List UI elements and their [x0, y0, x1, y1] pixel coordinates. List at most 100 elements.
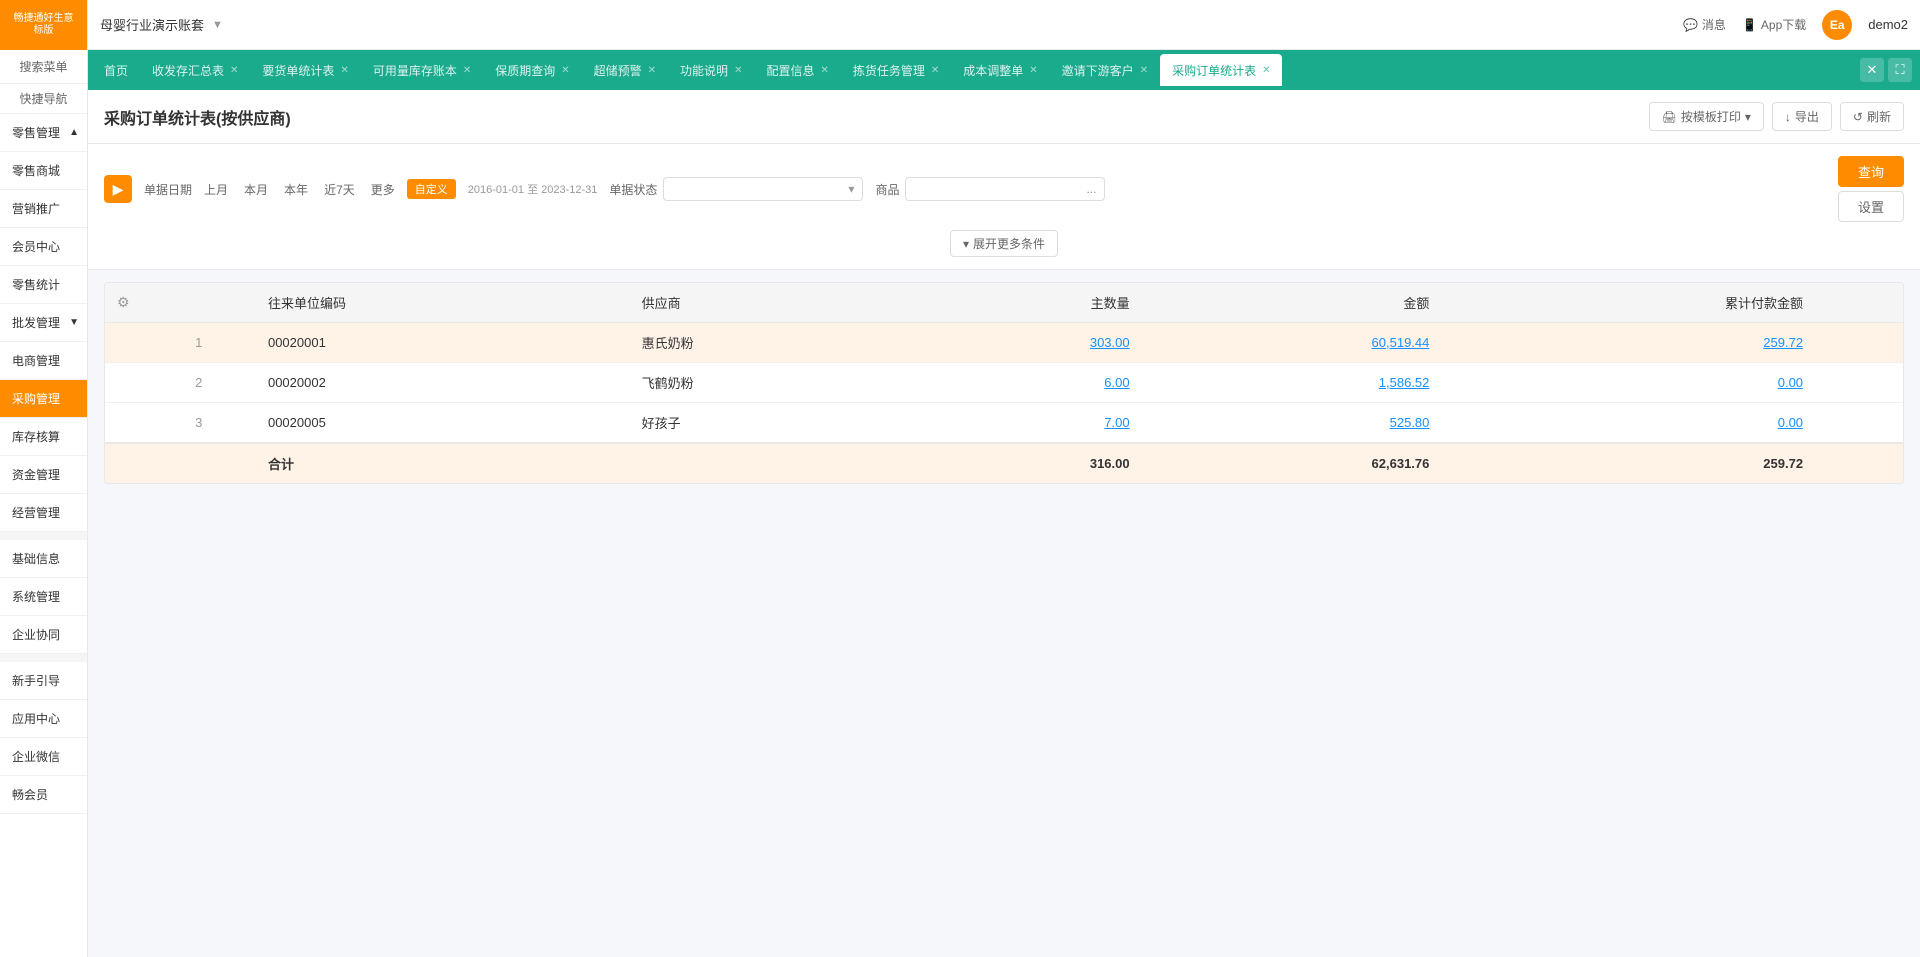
shortcut-this-month[interactable]: 本月: [238, 179, 274, 200]
tab-func-desc[interactable]: 功能说明 ✕: [668, 54, 754, 86]
date-custom-tag[interactable]: 自定义: [407, 179, 456, 199]
close-icon[interactable]: ✕: [734, 65, 742, 76]
shortcut-last-month[interactable]: 上月: [198, 179, 234, 200]
tab-config[interactable]: 配置信息 ✕: [754, 54, 840, 86]
sidebar-item-newbie[interactable]: 新手引导: [0, 662, 87, 700]
row-amount[interactable]: 60,519.44: [1142, 323, 1442, 363]
footer-qty: 316.00: [908, 443, 1142, 483]
sidebar-item-app-center[interactable]: 应用中心: [0, 700, 87, 738]
refresh-button[interactable]: ↺ 刷新: [1840, 102, 1904, 131]
sidebar-item-membership[interactable]: 畅会员: [0, 776, 87, 814]
top-header-left: 母婴行业演示账套 ▼: [100, 15, 223, 34]
tab-pick-task-label: 拣货任务管理: [853, 62, 925, 79]
col-supplier: 供应商: [630, 283, 908, 323]
close-icon[interactable]: ✕: [931, 65, 939, 76]
close-icon[interactable]: ✕: [561, 65, 569, 76]
col-seq: [142, 283, 256, 323]
settings-button[interactable]: 设置: [1838, 191, 1904, 222]
filter-row: ▶ 单据日期 上月 本月 本年 近7天 更多 自定义 2016-01-01 至 …: [104, 156, 1904, 222]
date-shortcuts: 上月 本月 本年 近7天 更多: [198, 179, 401, 200]
wechat-label: 企业微信: [12, 748, 60, 765]
shortcut-this-year[interactable]: 本年: [278, 179, 314, 200]
tab-expiry[interactable]: 保质期查询 ✕: [483, 54, 581, 86]
sidebar-item-wechat[interactable]: 企业微信: [0, 738, 87, 776]
system-label: 系统管理: [12, 588, 60, 605]
row-qty[interactable]: 303.00: [908, 323, 1142, 363]
sidebar-item-batch-mgmt[interactable]: 批发管理 ▼: [0, 304, 87, 342]
sidebar-item-retail-stats[interactable]: 零售统计: [0, 266, 87, 304]
avatar[interactable]: Ea: [1822, 10, 1852, 40]
row-amount[interactable]: 525.80: [1142, 403, 1442, 444]
close-icon[interactable]: ✕: [340, 65, 348, 76]
message-btn[interactable]: 💬 消息: [1683, 16, 1726, 33]
close-icon[interactable]: ✕: [1140, 65, 1148, 76]
status-label: 单据状态: [609, 181, 657, 198]
row-paid[interactable]: 0.00: [1441, 403, 1815, 444]
close-icon[interactable]: ✕: [230, 65, 238, 76]
row-qty[interactable]: 7.00: [908, 403, 1142, 444]
inventory-label: 库存核算: [12, 428, 60, 445]
tab-home[interactable]: 首页: [92, 54, 140, 86]
row-qty[interactable]: 6.00: [908, 363, 1142, 403]
tab-invite[interactable]: 邀请下游客户 ✕: [1050, 54, 1160, 86]
date-range-display: 2016-01-01 至 2023-12-31: [468, 181, 598, 197]
gear-icon[interactable]: ⚙: [117, 294, 130, 310]
app-download-btn[interactable]: 📱 App下载: [1742, 16, 1806, 33]
export-button[interactable]: ↓ 导出: [1772, 102, 1832, 131]
tab-close-btn[interactable]: ✕: [1860, 58, 1884, 82]
shortcut-7days[interactable]: 近7天: [318, 179, 361, 200]
goods-filter-group: 商品 ...: [875, 177, 1105, 201]
tab-avail-stock[interactable]: 可用量库存账本 ✕: [361, 54, 483, 86]
close-icon[interactable]: ✕: [1262, 65, 1270, 76]
tab-req-summary-label: 要货单统计表: [262, 62, 334, 79]
username[interactable]: demo2: [1868, 17, 1908, 32]
tab-cost-adj[interactable]: 成本调整单 ✕: [951, 54, 1049, 86]
search-label: 搜索菜单: [19, 60, 67, 74]
expand-filter-button[interactable]: ▾ 展开更多条件: [950, 230, 1058, 257]
query-button[interactable]: 查询: [1838, 156, 1904, 187]
sidebar-item-finance[interactable]: 资金管理: [0, 456, 87, 494]
status-select[interactable]: ▾: [663, 177, 863, 201]
row-settings: [105, 323, 142, 363]
sidebar-item-quick-nav[interactable]: 快捷导航: [0, 84, 87, 114]
tab-maximize-btn[interactable]: ⛶: [1888, 58, 1912, 82]
sidebar-item-members[interactable]: 会员中心: [0, 228, 87, 266]
main-area: 母婴行业演示账套 ▼ 💬 消息 📱 App下载 Ea demo2 首页 收发存汇…: [88, 0, 1920, 957]
close-icon[interactable]: ✕: [1029, 65, 1037, 76]
basics-label: 基础信息: [12, 550, 60, 567]
table-row: 2 00020002 飞鹤奶粉 6.00 1,586.52 0.00: [105, 363, 1903, 403]
tab-recv-send[interactable]: 收发存汇总表 ✕: [140, 54, 250, 86]
tab-overstock[interactable]: 超储预警 ✕: [582, 54, 668, 86]
sidebar-item-operations[interactable]: 经营管理: [0, 494, 87, 532]
sidebar-item-search[interactable]: 搜索菜单: [0, 50, 87, 84]
logo-text: 畅捷通好生意: [14, 13, 74, 25]
close-icon[interactable]: ✕: [648, 65, 656, 76]
page-content: 采购订单统计表(按供应商) 🖨 按模板打印 ▾ ↓ 导出 ↺ 刷新: [88, 90, 1920, 957]
sidebar-item-basics[interactable]: 基础信息: [0, 540, 87, 578]
goods-label: 商品: [875, 181, 899, 198]
tab-purchase-summary[interactable]: 采购订单统计表 ✕: [1160, 54, 1282, 86]
close-icon[interactable]: ✕: [820, 65, 828, 76]
sidebar-item-purchase[interactable]: 采购管理: [0, 380, 87, 418]
sidebar-item-retail-shop[interactable]: 零售商城: [0, 152, 87, 190]
tab-avail-stock-label: 可用量库存账本: [373, 62, 457, 79]
row-amount[interactable]: 1,586.52: [1142, 363, 1442, 403]
print-button[interactable]: 🖨 按模板打印 ▾: [1649, 102, 1764, 131]
sidebar-item-marketing[interactable]: 营销推广: [0, 190, 87, 228]
sidebar-item-ecommerce[interactable]: 电商管理: [0, 342, 87, 380]
shortcut-more[interactable]: 更多: [365, 179, 401, 200]
tab-req-summary[interactable]: 要货单统计表 ✕: [250, 54, 360, 86]
row-paid[interactable]: 0.00: [1441, 363, 1815, 403]
tab-home-label: 首页: [104, 62, 128, 79]
tab-pick-task[interactable]: 拣货任务管理 ✕: [841, 54, 951, 86]
filter-toggle-button[interactable]: ▶: [104, 175, 132, 203]
row-paid[interactable]: 259.72: [1441, 323, 1815, 363]
footer-seq: [142, 443, 256, 483]
sidebar-item-enterprise[interactable]: 企业协同: [0, 616, 87, 654]
goods-input[interactable]: ...: [905, 177, 1105, 201]
close-icon[interactable]: ✕: [463, 65, 471, 76]
sidebar: 畅捷通好生意 标版 搜索菜单 快捷导航 零售管理 ▲ 零售商城 营销推广 会员中…: [0, 0, 88, 957]
sidebar-item-system[interactable]: 系统管理: [0, 578, 87, 616]
sidebar-item-inventory[interactable]: 库存核算: [0, 418, 87, 456]
sidebar-item-retail[interactable]: 零售管理 ▲: [0, 114, 87, 152]
